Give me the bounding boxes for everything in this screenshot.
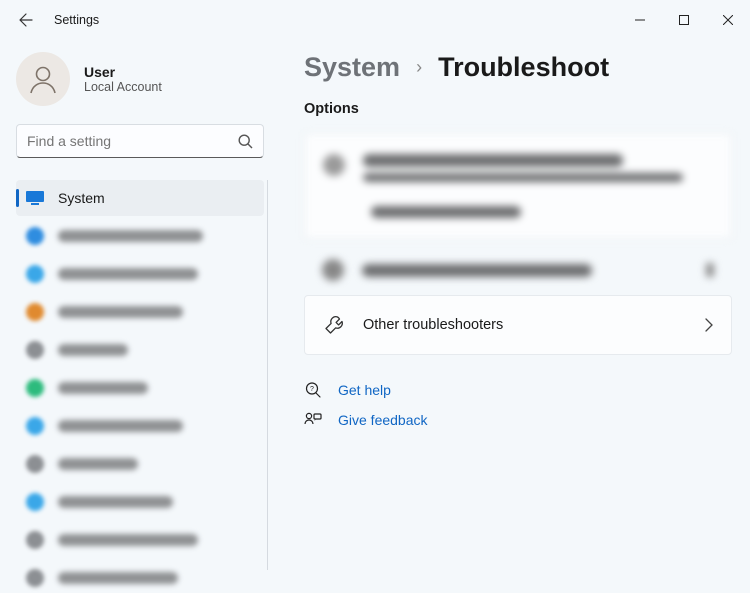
sidebar-item-0[interactable]: System (16, 180, 264, 216)
wrench-icon (323, 314, 345, 336)
minimize-button[interactable] (618, 5, 662, 35)
user-block[interactable]: User Local Account (16, 50, 264, 124)
close-button[interactable] (706, 5, 750, 35)
sidebar-item-9[interactable]: Privacy & security (16, 522, 264, 558)
user-account-type: Local Account (84, 80, 162, 94)
person-icon (26, 62, 60, 96)
minimize-icon (635, 15, 645, 25)
svg-text:?: ? (310, 386, 314, 393)
nav-label: Windows Update (58, 572, 178, 584)
nav-icon (26, 455, 44, 473)
nav-icon (26, 531, 44, 549)
help-icon: ? (304, 381, 322, 399)
nav-icon (26, 303, 44, 321)
close-icon (723, 15, 733, 25)
nav-icon (26, 265, 44, 283)
nav-label: Accounts (58, 382, 148, 394)
sidebar-item-2[interactable]: Network & internet (16, 256, 264, 292)
give-feedback-link[interactable]: Give feedback (304, 411, 732, 429)
sidebar-item-8[interactable]: Accessibility (16, 484, 264, 520)
sidebar-item-10[interactable]: Windows Update (16, 560, 264, 593)
main-panel: System › Troubleshoot Options (280, 40, 750, 593)
sidebar-item-6[interactable]: Time & language (16, 408, 264, 444)
nav-label: Network & internet (58, 268, 198, 280)
chevron-right-icon: › (416, 57, 422, 78)
nav-label: Accessibility (58, 496, 173, 508)
nav-icon (26, 493, 44, 511)
nav-list: System Bluetooth & devices Network & inter… (16, 180, 264, 593)
nav-label: Gaming (58, 458, 138, 470)
search-input[interactable] (27, 133, 238, 149)
nav-label: Apps (58, 344, 128, 356)
nav-label: Time & language (58, 420, 183, 432)
nav-label: Personalization (58, 306, 183, 318)
maximize-icon (679, 15, 689, 25)
nav-icon (26, 341, 44, 359)
get-help-link[interactable]: ? Get help (304, 381, 732, 399)
sidebar-item-5[interactable]: Accounts (16, 370, 264, 406)
sidebar: User Local Account System Bluetooth & dev… (0, 40, 280, 593)
sidebar-item-7[interactable]: Gaming (16, 446, 264, 482)
avatar (16, 52, 70, 106)
card-recommended-prefs (304, 133, 732, 239)
nav-label: Privacy & security (58, 534, 198, 546)
window-title: Settings (54, 13, 99, 27)
other-troubleshooters-row[interactable]: Other troubleshooters (304, 295, 732, 355)
nav-icon (26, 189, 44, 207)
breadcrumb: System › Troubleshoot (304, 52, 732, 83)
titlebar: Settings (0, 0, 750, 40)
nav-icon (26, 569, 44, 587)
sidebar-item-4[interactable]: Apps (16, 332, 264, 368)
nav-icon (26, 379, 44, 397)
feedback-icon (304, 411, 322, 429)
sidebar-item-3[interactable]: Personalization (16, 294, 264, 330)
search-box[interactable] (16, 124, 264, 158)
nav-icon (26, 417, 44, 435)
window-controls (618, 5, 750, 35)
nav-label: System (58, 190, 105, 206)
search-icon (238, 134, 253, 149)
nav-icon (26, 227, 44, 245)
nav-label: Bluetooth & devices (58, 230, 203, 242)
sidebar-item-1[interactable]: Bluetooth & devices (16, 218, 264, 254)
get-help-label: Get help (338, 382, 391, 398)
breadcrumb-current: Troubleshoot (438, 52, 609, 83)
user-name: User (84, 64, 162, 80)
chevron-right-icon (705, 318, 713, 332)
card-recommended-history (304, 245, 732, 295)
section-title: Options (304, 101, 732, 117)
breadcrumb-root[interactable]: System (304, 52, 400, 83)
other-troubleshooters-label: Other troubleshooters (363, 317, 687, 333)
give-feedback-label: Give feedback (338, 412, 428, 428)
maximize-button[interactable] (662, 5, 706, 35)
back-button[interactable] (10, 4, 42, 36)
arrow-left-icon (18, 12, 34, 28)
